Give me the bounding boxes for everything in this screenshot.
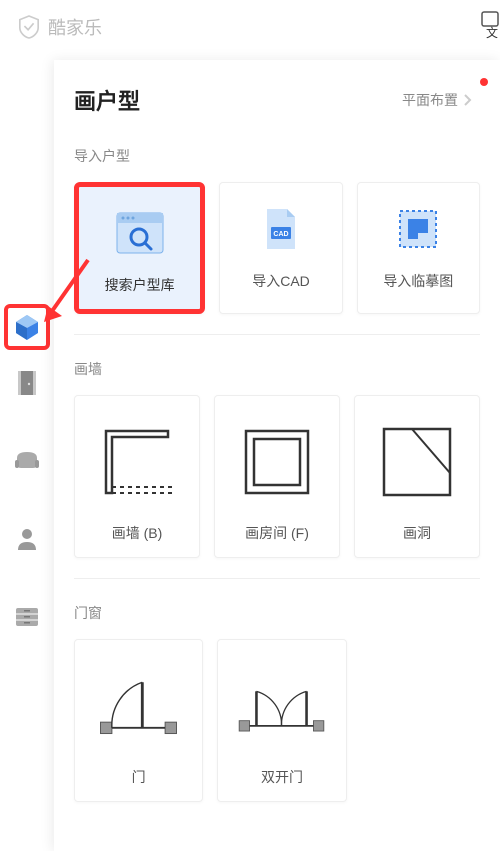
sidebar-item-user[interactable]: [4, 516, 50, 562]
card-label: 画墙 (B): [112, 523, 163, 543]
room-rect-icon: [230, 414, 325, 509]
sidebar-item-cabinet[interactable]: [4, 594, 50, 640]
main-panel: 画户型 平面布置 导入户型: [54, 60, 500, 851]
double-door-icon: [234, 658, 329, 753]
layout-mode-label: 平面布置: [402, 90, 458, 110]
brand-name: 酷家乐: [48, 14, 102, 40]
home-3d-icon: [12, 312, 42, 342]
section-door: 门窗 门: [74, 603, 480, 822]
sofa-icon: [13, 450, 41, 472]
browser-search-icon: [113, 205, 167, 261]
card-label: 画房间 (F): [245, 523, 309, 543]
opening-icon: [370, 414, 465, 509]
chevron-right-icon: [462, 93, 472, 107]
door-card-grid: 门 双开门: [74, 639, 480, 802]
card-import-cad[interactable]: CAD 导入CAD: [219, 182, 342, 314]
section-door-title: 门窗: [74, 603, 480, 623]
page-title: 画户型: [74, 84, 140, 116]
card-label: 搜索户型库: [105, 275, 175, 295]
card-label: 门: [132, 767, 146, 787]
panel-header: 画户型 平面布置: [74, 84, 480, 116]
card-draw-wall[interactable]: 画墙 (B): [74, 395, 200, 558]
import-card-grid: 搜索户型库 CAD 导入CAD: [74, 182, 480, 314]
logo-shield-icon: [18, 15, 48, 39]
card-single-door[interactable]: 门: [74, 639, 203, 802]
card-draw-room[interactable]: 画房间 (F): [214, 395, 340, 558]
card-label: 导入临摹图: [383, 271, 453, 291]
left-sidebar: [0, 54, 54, 851]
card-placeholder: [361, 639, 480, 802]
section-import-title: 导入户型: [74, 146, 480, 166]
svg-text:CAD: CAD: [273, 231, 288, 238]
card-label: 画洞: [403, 523, 431, 543]
wall-card-grid: 画墙 (B) 画房间 (F) 画洞: [74, 395, 480, 558]
wall-line-icon: [90, 414, 185, 509]
section-wall-title: 画墙: [74, 359, 480, 379]
trace-image-icon: [396, 201, 440, 257]
card-label: 导入CAD: [252, 271, 310, 291]
sidebar-item-floorplan[interactable]: [4, 304, 50, 350]
section-import: 导入户型 搜索户型库: [74, 146, 480, 335]
single-door-icon: [91, 658, 186, 753]
card-draw-opening[interactable]: 画洞: [354, 395, 480, 558]
card-label: 双开门: [261, 767, 303, 787]
person-icon: [16, 527, 38, 551]
card-double-door[interactable]: 双开门: [217, 639, 346, 802]
cabinet-icon: [14, 606, 40, 628]
app-header: 酷家乐 文: [0, 0, 500, 54]
cad-file-icon: CAD: [261, 201, 301, 257]
layout-mode-button[interactable]: 平面布置: [394, 86, 480, 114]
sidebar-item-door[interactable]: [4, 360, 50, 406]
card-search-library[interactable]: 搜索户型库: [74, 182, 205, 314]
header-right-cut: 文: [480, 10, 500, 50]
door-icon: [15, 369, 39, 397]
section-wall: 画墙 画墙 (B) 画房间: [74, 359, 480, 579]
card-import-trace[interactable]: 导入临摹图: [357, 182, 480, 314]
sidebar-item-furniture[interactable]: [4, 438, 50, 484]
